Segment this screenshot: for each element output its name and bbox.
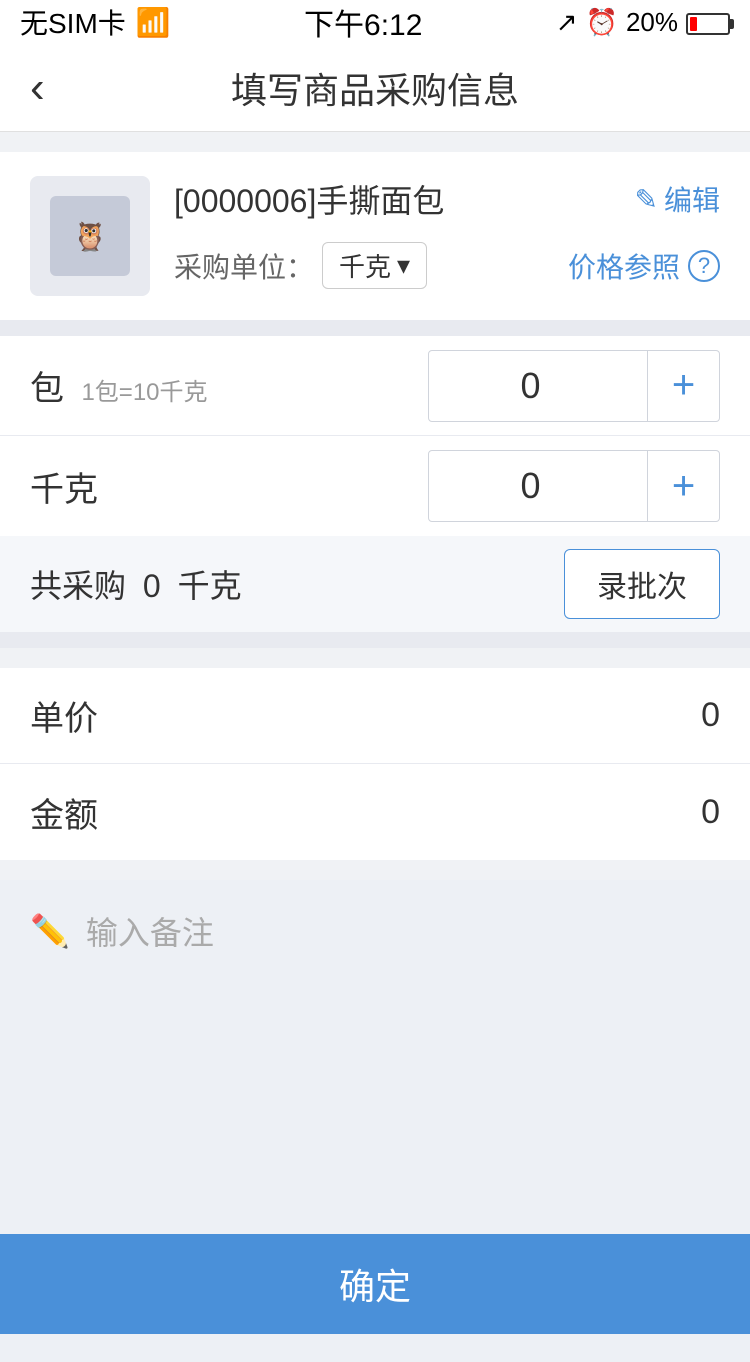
dropdown-icon: ▾: [397, 250, 410, 281]
product-thumbnail: 🦉: [50, 196, 130, 276]
summary-text: 共采购 0 千克: [30, 561, 242, 607]
location-icon: ↗: [556, 7, 578, 38]
edit-icon: ✎: [635, 183, 658, 216]
product-unit-row: 采购单位： 千克 ▾ 价格参照 ?: [174, 242, 720, 289]
remark-placeholder: 输入备注: [86, 908, 214, 954]
edit-button[interactable]: ✎ 编辑: [635, 179, 720, 219]
quantity-section: 包 1包=10千克 + 千克 +: [0, 336, 750, 536]
alarm-icon: ⏰: [586, 7, 618, 38]
status-right: ↗ ⏰ 20%: [556, 7, 730, 38]
status-left: 无SIM卡 📶: [20, 2, 171, 42]
bag-label: 包 1包=10千克: [30, 361, 428, 410]
info-icon: ?: [688, 250, 720, 282]
battery-percent: 20%: [626, 7, 678, 38]
price-ref-button[interactable]: 价格参照 ?: [568, 246, 720, 286]
confirm-button[interactable]: 确定: [0, 1234, 750, 1334]
product-icon: 🦉: [73, 220, 108, 253]
kg-label: 千克: [30, 462, 428, 511]
summary-prefix: 共采购: [30, 568, 126, 604]
price-section: 单价 0 金额 0: [0, 668, 750, 860]
product-title-row: [0000006]手撕面包 ✎ 编辑: [174, 176, 720, 222]
carrier-label: 无SIM卡: [20, 2, 126, 42]
bag-qty-wrap: +: [428, 350, 720, 422]
separator-1: [0, 320, 750, 336]
summary-unit: 千克: [178, 568, 242, 604]
product-card: 🦉 [0000006]手撕面包 ✎ 编辑 采购单位： 千克 ▾ 价格参照 ?: [0, 152, 750, 320]
bag-input-row: 包 1包=10千克 +: [0, 336, 750, 436]
record-batch-button[interactable]: 录批次: [564, 549, 720, 619]
bag-plus-button[interactable]: +: [648, 350, 720, 422]
summary-row: 共采购 0 千克 录批次: [0, 536, 750, 632]
unit-price-value: 0: [701, 696, 720, 735]
unit-select[interactable]: 千克 ▾: [322, 242, 427, 289]
kg-quantity-input[interactable]: [428, 450, 648, 522]
product-name: [0000006]手撕面包: [174, 176, 444, 222]
unit-price-row: 单价 0: [0, 668, 750, 764]
pencil-icon: ✏️: [30, 912, 70, 950]
product-image: 🦉: [30, 176, 150, 296]
status-bar: 无SIM卡 📶 下午6:12 ↗ ⏰ 20%: [0, 0, 750, 44]
bag-quantity-input[interactable]: [428, 350, 648, 422]
summary-quantity: 0: [143, 568, 161, 604]
unit-label: 采购单位：: [174, 246, 314, 286]
amount-row: 金额 0: [0, 764, 750, 860]
bag-sublabel: 1包=10千克: [81, 379, 207, 406]
wifi-icon: 📶: [136, 6, 171, 39]
price-ref-label: 价格参照: [568, 246, 680, 286]
amount-value: 0: [701, 793, 720, 832]
back-button[interactable]: ‹: [30, 63, 45, 113]
kg-qty-wrap: +: [428, 450, 720, 522]
remark-section[interactable]: ✏️ 输入备注: [0, 880, 750, 982]
bag-unit-label: 包: [30, 370, 64, 408]
kg-plus-button[interactable]: +: [648, 450, 720, 522]
amount-label: 金额: [30, 788, 98, 837]
kg-input-row: 千克 +: [0, 436, 750, 536]
unit-price-label: 单价: [30, 691, 98, 740]
unit-value: 千克: [339, 247, 391, 284]
product-info: [0000006]手撕面包 ✎ 编辑 采购单位： 千克 ▾ 价格参照 ?: [174, 176, 720, 289]
edit-label: 编辑: [664, 179, 720, 219]
confirm-label: 确定: [339, 1258, 411, 1310]
battery-icon: [686, 7, 730, 38]
status-time: 下午6:12: [304, 0, 422, 44]
page-title: 填写商品采购信息: [231, 62, 519, 114]
nav-bar: ‹ 填写商品采购信息: [0, 44, 750, 132]
separator-2: [0, 632, 750, 648]
